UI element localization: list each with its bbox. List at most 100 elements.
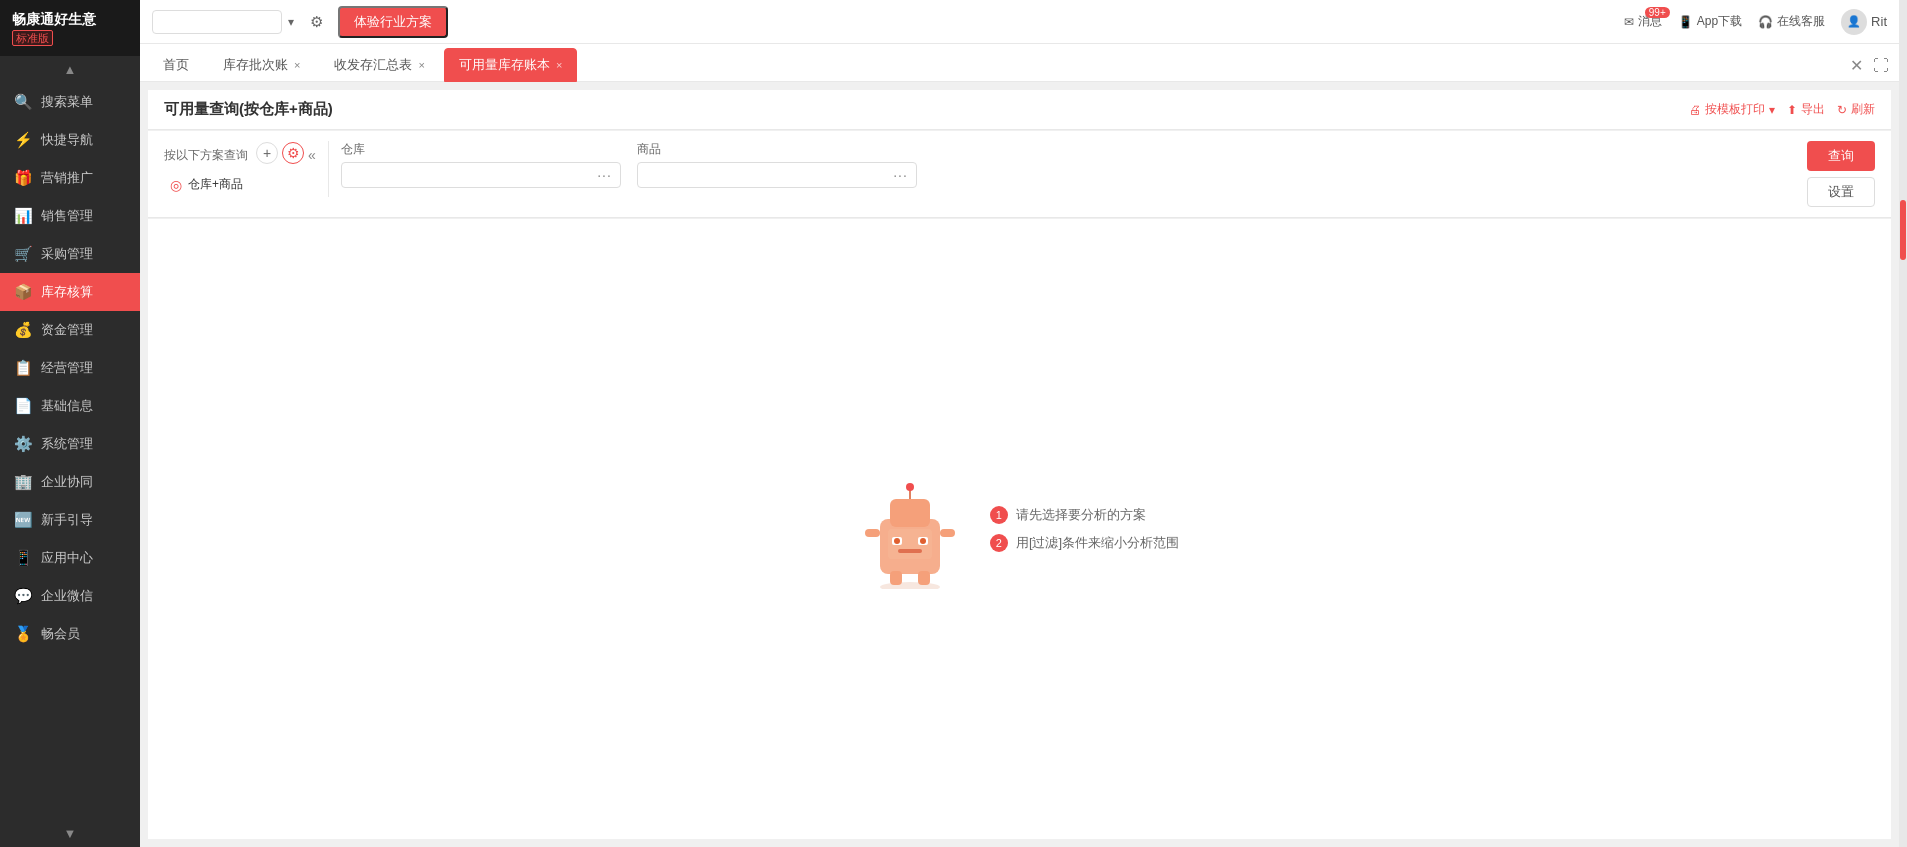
svg-rect-12 <box>940 529 955 537</box>
sidebar-item-shortcut[interactable]: ⚡ 快捷导航 <box>0 121 140 159</box>
sidebar-item-enterprise[interactable]: 🏢 企业协同 <box>0 463 140 501</box>
shortcut-icon: ⚡ <box>14 131 33 149</box>
sidebar-item-sales[interactable]: 📊 销售管理 <box>0 197 140 235</box>
tab-home-label: 首页 <box>163 56 189 74</box>
warehouse-dots[interactable]: ··· <box>597 167 612 183</box>
tab-batch-close[interactable]: × <box>294 59 300 71</box>
empty-hint-1: 1 请先选择要分析的方案 <box>990 506 1179 524</box>
svg-rect-11 <box>865 529 880 537</box>
scheme-collapse-button[interactable]: « <box>308 143 316 163</box>
svg-rect-7 <box>898 549 922 553</box>
goods-field: 商品 ··· <box>637 141 917 188</box>
goods-dots[interactable]: ··· <box>893 167 908 183</box>
wechat-icon: 💬 <box>14 587 33 605</box>
scheme-section: 按以下方案查询 + ⚙ « ◎ 仓库+商品 <box>164 141 329 197</box>
user-menu[interactable]: 👤 Rit <box>1841 9 1887 35</box>
marketing-icon: 🎁 <box>14 169 33 187</box>
hint-text-1: 请先选择要分析的方案 <box>1016 506 1146 524</box>
tab-available[interactable]: 可用量库存账本 × <box>444 48 577 82</box>
warehouse-label: 仓库 <box>341 141 621 158</box>
sidebar-item-label: 搜索菜单 <box>41 93 93 111</box>
tab-available-close[interactable]: × <box>556 59 562 71</box>
print-button[interactable]: 🖨 按模板打印 ▾ <box>1689 101 1775 118</box>
app-download-button[interactable]: 📱 App下载 <box>1678 13 1742 30</box>
sidebar-item-label: 应用中心 <box>41 549 93 567</box>
refresh-icon: ↻ <box>1837 103 1847 117</box>
brand-name: 畅康通好生意 <box>12 10 128 28</box>
svg-point-5 <box>894 538 900 544</box>
sidebar-item-system[interactable]: ⚙️ 系统管理 <box>0 425 140 463</box>
sidebar-item-wechat[interactable]: 💬 企业微信 <box>0 577 140 615</box>
sidebar-item-search[interactable]: 🔍 搜索菜单 <box>0 83 140 121</box>
goods-input-wrapper[interactable]: ··· <box>637 162 917 188</box>
service-icon: 🎧 <box>1758 15 1773 29</box>
topbar-search-input[interactable] <box>152 10 282 34</box>
tab-close-icon[interactable]: ✕ <box>1848 54 1865 77</box>
export-button[interactable]: ⬆ 导出 <box>1787 101 1825 118</box>
enterprise-icon: 🏢 <box>14 473 33 491</box>
scheme-add-button[interactable]: + <box>256 142 278 164</box>
topbar-settings-icon[interactable]: ⚙ <box>302 8 330 36</box>
avatar: 👤 <box>1841 9 1867 35</box>
scheme-item-label: 仓库+商品 <box>188 176 243 193</box>
query-button[interactable]: 查询 <box>1807 141 1875 171</box>
refresh-button[interactable]: ↻ 刷新 <box>1837 101 1875 118</box>
svg-point-6 <box>920 538 926 544</box>
service-label: 在线客服 <box>1777 13 1825 30</box>
service-button[interactable]: 🎧 在线客服 <box>1758 13 1825 30</box>
print-label: 按模板打印 <box>1705 101 1765 118</box>
settings-button[interactable]: 设置 <box>1807 177 1875 207</box>
sidebar-item-guide[interactable]: 🆕 新手引导 <box>0 501 140 539</box>
print-dropdown-icon[interactable]: ▾ <box>1769 103 1775 117</box>
sidebar-item-label: 经营管理 <box>41 359 93 377</box>
appcenter-icon: 📱 <box>14 549 33 567</box>
scheme-item-icon: ◎ <box>170 177 182 193</box>
tab-summary-label: 收发存汇总表 <box>334 56 412 74</box>
tabs-actions: ✕ ⛶ <box>1848 54 1891 81</box>
right-scrollbar[interactable] <box>1899 0 1907 847</box>
message-button[interactable]: ✉ 消息 99+ <box>1624 13 1662 30</box>
sidebar-item-appcenter[interactable]: 📱 应用中心 <box>0 539 140 577</box>
svg-rect-8 <box>890 499 930 527</box>
trial-button[interactable]: 体验行业方案 <box>338 6 448 38</box>
sidebar-item-label: 采购管理 <box>41 245 93 263</box>
scheme-settings-button[interactable]: ⚙ <box>282 142 304 164</box>
sidebar-item-inventory[interactable]: 📦 库存核算 <box>0 273 140 311</box>
empty-hints: 1 请先选择要分析的方案 2 用[过滤]条件来缩小分析范围 <box>990 506 1179 552</box>
hint-num-1: 1 <box>990 506 1008 524</box>
sidebar-item-finance[interactable]: 💰 资金管理 <box>0 311 140 349</box>
tab-batch[interactable]: 库存批次账 × <box>208 48 315 82</box>
action-buttons: 查询 设置 <box>1799 141 1875 207</box>
sidebar-item-label: 企业协同 <box>41 473 93 491</box>
tab-summary[interactable]: 收发存汇总表 × <box>319 48 439 82</box>
sidebar-item-label: 基础信息 <box>41 397 93 415</box>
sidebar-scroll-down[interactable]: ▼ <box>0 820 140 847</box>
warehouse-input[interactable] <box>350 168 593 182</box>
empty-state: 1 请先选择要分析的方案 2 用[过滤]条件来缩小分析范围 <box>148 219 1891 839</box>
topbar-search-area: ▾ <box>152 10 294 34</box>
tab-home[interactable]: 首页 <box>148 48 204 82</box>
goods-input[interactable] <box>646 168 889 182</box>
svg-rect-14 <box>918 571 930 585</box>
scheme-item[interactable]: ◎ 仓库+商品 <box>164 172 316 197</box>
tab-batch-label: 库存批次账 <box>223 56 288 74</box>
sidebar-item-marketing[interactable]: 🎁 营销推广 <box>0 159 140 197</box>
export-label: 导出 <box>1801 101 1825 118</box>
sidebar-item-label: 库存核算 <box>41 283 93 301</box>
tab-summary-close[interactable]: × <box>418 59 424 71</box>
tab-expand-icon[interactable]: ⛶ <box>1871 55 1891 77</box>
sidebar-item-member[interactable]: 🏅 畅会员 <box>0 615 140 653</box>
dropdown-icon[interactable]: ▾ <box>288 15 294 29</box>
sidebar-item-operations[interactable]: 📋 经营管理 <box>0 349 140 387</box>
sidebar-item-purchase[interactable]: 🛒 采购管理 <box>0 235 140 273</box>
filter-fields: 仓库 ··· 商品 ··· <box>341 141 1787 188</box>
scroll-thumb[interactable] <box>1900 200 1906 260</box>
main-content: ▾ ⚙ 体验行业方案 ✉ 消息 99+ 📱 App下载 🎧 在线客服 👤 Rit <box>140 0 1899 847</box>
topbar-right: ✉ 消息 99+ 📱 App下载 🎧 在线客服 👤 Rit <box>1624 9 1887 35</box>
sidebar-scroll-up[interactable]: ▲ <box>0 56 140 83</box>
message-badge: 99+ <box>1645 7 1670 18</box>
warehouse-input-wrapper[interactable]: ··· <box>341 162 621 188</box>
empty-hint-2: 2 用[过滤]条件来缩小分析范围 <box>990 534 1179 552</box>
refresh-label: 刷新 <box>1851 101 1875 118</box>
sidebar-item-basic[interactable]: 📄 基础信息 <box>0 387 140 425</box>
